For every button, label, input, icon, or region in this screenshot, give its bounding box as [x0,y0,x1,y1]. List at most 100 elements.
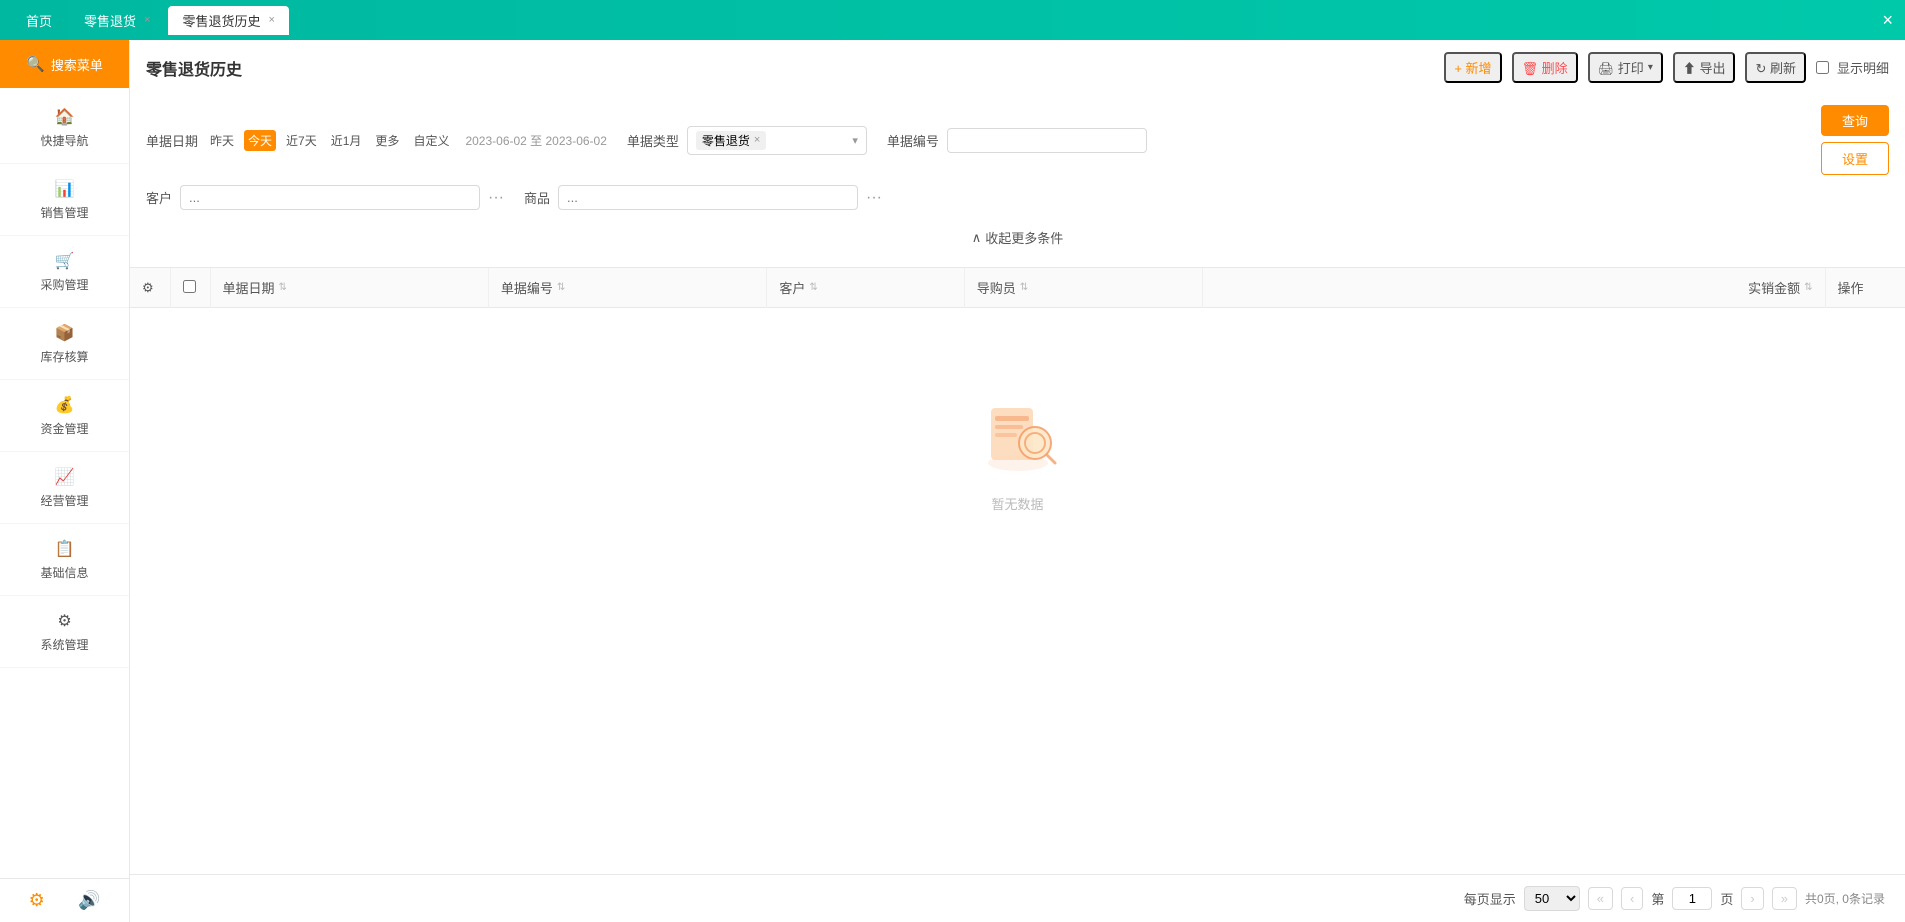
query-button-label: 查询 [1842,114,1868,129]
page-input[interactable] [1672,887,1712,910]
system-icon: ⚙ [54,610,76,632]
collapse-button[interactable]: ∧ 收起更多条件 [960,224,1076,251]
new-button-label: + 新增 [1454,58,1491,77]
operations-icon: 📈 [54,466,76,488]
sidebar-item-sales[interactable]: 📊 销售管理 [0,164,129,236]
shortcut-more[interactable]: 更多 [371,130,403,151]
th-customer[interactable]: 客户 ⇅ [767,268,964,308]
finance-icon: 💰 [54,394,76,416]
delete-button[interactable]: 🗑 删除 [1512,52,1578,83]
tab-retail-return-history-label: 零售退货历史 [182,11,260,30]
last-page-button[interactable]: » [1772,887,1797,910]
volume-icon[interactable]: 🔊 [78,890,100,911]
sidebar-item-operations-label: 经营管理 [40,492,88,509]
print-dropdown-icon: ▾ [1648,62,1653,73]
table-header-row: ⚙ 单据日期 ⇅ 单据编号 [130,268,1905,308]
type-tag-retail-return: 零售退货 × [696,131,766,150]
print-button[interactable]: 🖨 打印 ▾ [1588,52,1663,83]
type-filter-label: 单据类型 [627,131,679,150]
customer-more-icon[interactable]: ··· [488,189,504,207]
shortcut-1month[interactable]: 近1月 [327,130,366,151]
first-page-button[interactable]: « [1588,887,1613,910]
sidebar: 🔍 搜索菜单 🏠 快捷导航 📊 销售管理 🛒 采购管理 📦 库存核算 💰 [0,40,130,922]
settings-gear-icon[interactable]: ⚙ [29,890,45,911]
th-checkbox[interactable] [170,268,210,308]
type-tag-remove[interactable]: × [754,134,760,146]
purchase-icon: 🛒 [54,250,76,272]
sidebar-item-system[interactable]: ⚙ 系统管理 [0,596,129,668]
collapse-button-label: 收起更多条件 [985,228,1063,247]
type-tag-label: 零售退货 [702,132,750,149]
th-date-label: 单据日期 [223,278,275,297]
tab-retail-return-history[interactable]: 零售退货历史 × [168,6,288,35]
voucher-no-input[interactable] [947,128,1147,153]
tab-home[interactable]: 首页 [12,6,66,35]
sidebar-item-purchase[interactable]: 🛒 采购管理 [0,236,129,308]
th-actions-label: 操作 [1838,281,1864,296]
shortcut-yesterday[interactable]: 昨天 [206,130,238,151]
th-amount[interactable]: 实销金额 ⇅ [1202,268,1825,308]
th-amount-sort-icon: ⇅ [1804,282,1812,293]
per-page-select[interactable]: 50 100 200 [1524,886,1580,911]
refresh-button[interactable]: ↻ 刷新 [1745,52,1806,83]
page-unit-label: 页 [1720,889,1733,908]
sidebar-item-finance[interactable]: 💰 资金管理 [0,380,129,452]
tab-retail-return-label: 零售退货 [84,11,136,30]
prev-page-button[interactable]: ‹ [1621,887,1643,910]
goods-input[interactable] [558,185,858,210]
tab-retail-return-close[interactable]: × [144,14,150,26]
shortcut-custom[interactable]: 自定义 [409,130,453,151]
page-title-row: 零售退货历史 + 新增 🗑 删除 🖨 打印 ▾ ⬆ 导出 [146,52,1889,83]
customer-input[interactable] [180,185,480,210]
select-all-checkbox[interactable] [183,280,196,293]
th-guide-sort-icon: ⇅ [1020,282,1028,293]
sidebar-item-basic-info[interactable]: 📋 基础信息 [0,524,129,596]
window-close-icon[interactable]: × [1882,10,1893,31]
th-no-label: 单据编号 [501,278,553,297]
show-detail-toggle[interactable]: 显示明细 [1816,58,1889,77]
delete-button-label: 🗑 删除 [1522,58,1568,77]
th-guide[interactable]: 导购员 ⇅ [964,268,1202,308]
customer-filter-label: 客户 [146,188,172,207]
type-select-chevron: ▾ [852,134,858,147]
type-select[interactable]: 零售退货 × ▾ [687,126,867,155]
query-button[interactable]: 查询 [1821,105,1889,136]
th-date[interactable]: 单据日期 ⇅ [210,268,488,308]
sidebar-nav: 🏠 快捷导航 📊 销售管理 🛒 采购管理 📦 库存核算 💰 资金管理 📈 [0,88,129,878]
new-button[interactable]: + 新增 [1444,52,1501,83]
shortcut-today[interactable]: 今天 [244,130,276,151]
show-detail-label: 显示明细 [1837,58,1889,77]
setting-button[interactable]: 设置 [1821,142,1889,175]
main-layout: 🔍 搜索菜单 🏠 快捷导航 📊 销售管理 🛒 采购管理 📦 库存核算 💰 [0,40,1905,922]
sidebar-item-quick-nav[interactable]: 🏠 快捷导航 [0,92,129,164]
show-detail-checkbox[interactable] [1816,61,1829,74]
tab-retail-return[interactable]: 零售退货 × [70,6,164,35]
content-area: 零售退货历史 + 新增 🗑 删除 🖨 打印 ▾ ⬆ 导出 [130,40,1905,922]
filter-row-2: 客户 ··· 商品 ··· [146,185,1889,210]
filter-row-1: 单据日期 昨天 今天 近7天 近1月 更多 自定义 2023-06-02 至 2… [146,105,1889,175]
shortcut-7days[interactable]: 近7天 [282,130,321,151]
th-gear[interactable]: ⚙ [130,268,170,308]
sidebar-item-system-label: 系统管理 [40,636,88,653]
th-no[interactable]: 单据编号 ⇅ [488,268,766,308]
sidebar-item-finance-label: 资金管理 [40,420,88,437]
gear-settings-icon[interactable]: ⚙ [142,280,154,295]
th-actions: 操作 [1825,268,1905,308]
date-shortcuts: 昨天 今天 近7天 近1月 更多 自定义 [206,130,453,151]
sidebar-search[interactable]: 🔍 搜索菜单 [0,40,129,88]
basic-info-icon: 📋 [54,538,76,560]
setting-button-label: 设置 [1842,152,1868,167]
voucher-no-filter: 单据编号 [887,128,1147,153]
sidebar-item-operations[interactable]: 📈 经营管理 [0,452,129,524]
next-page-button[interactable]: › [1741,887,1763,910]
filter-collapse-row: ∧ 收起更多条件 [146,220,1889,259]
sidebar-item-inventory[interactable]: 📦 库存核算 [0,308,129,380]
export-button[interactable]: ⬆ 导出 [1673,52,1736,83]
goods-more-icon[interactable]: ··· [866,189,882,207]
th-date-sort-icon: ⇅ [279,282,287,293]
sidebar-item-purchase-label: 采购管理 [40,276,88,293]
filter-area: 单据日期 昨天 今天 近7天 近1月 更多 自定义 2023-06-02 至 2… [146,95,1889,267]
toolbar: + 新增 🗑 删除 🖨 打印 ▾ ⬆ 导出 ↻ 刷新 [1444,52,1889,83]
empty-state-text: 暂无数据 [991,494,1043,513]
tab-retail-return-history-close[interactable]: × [268,14,274,26]
